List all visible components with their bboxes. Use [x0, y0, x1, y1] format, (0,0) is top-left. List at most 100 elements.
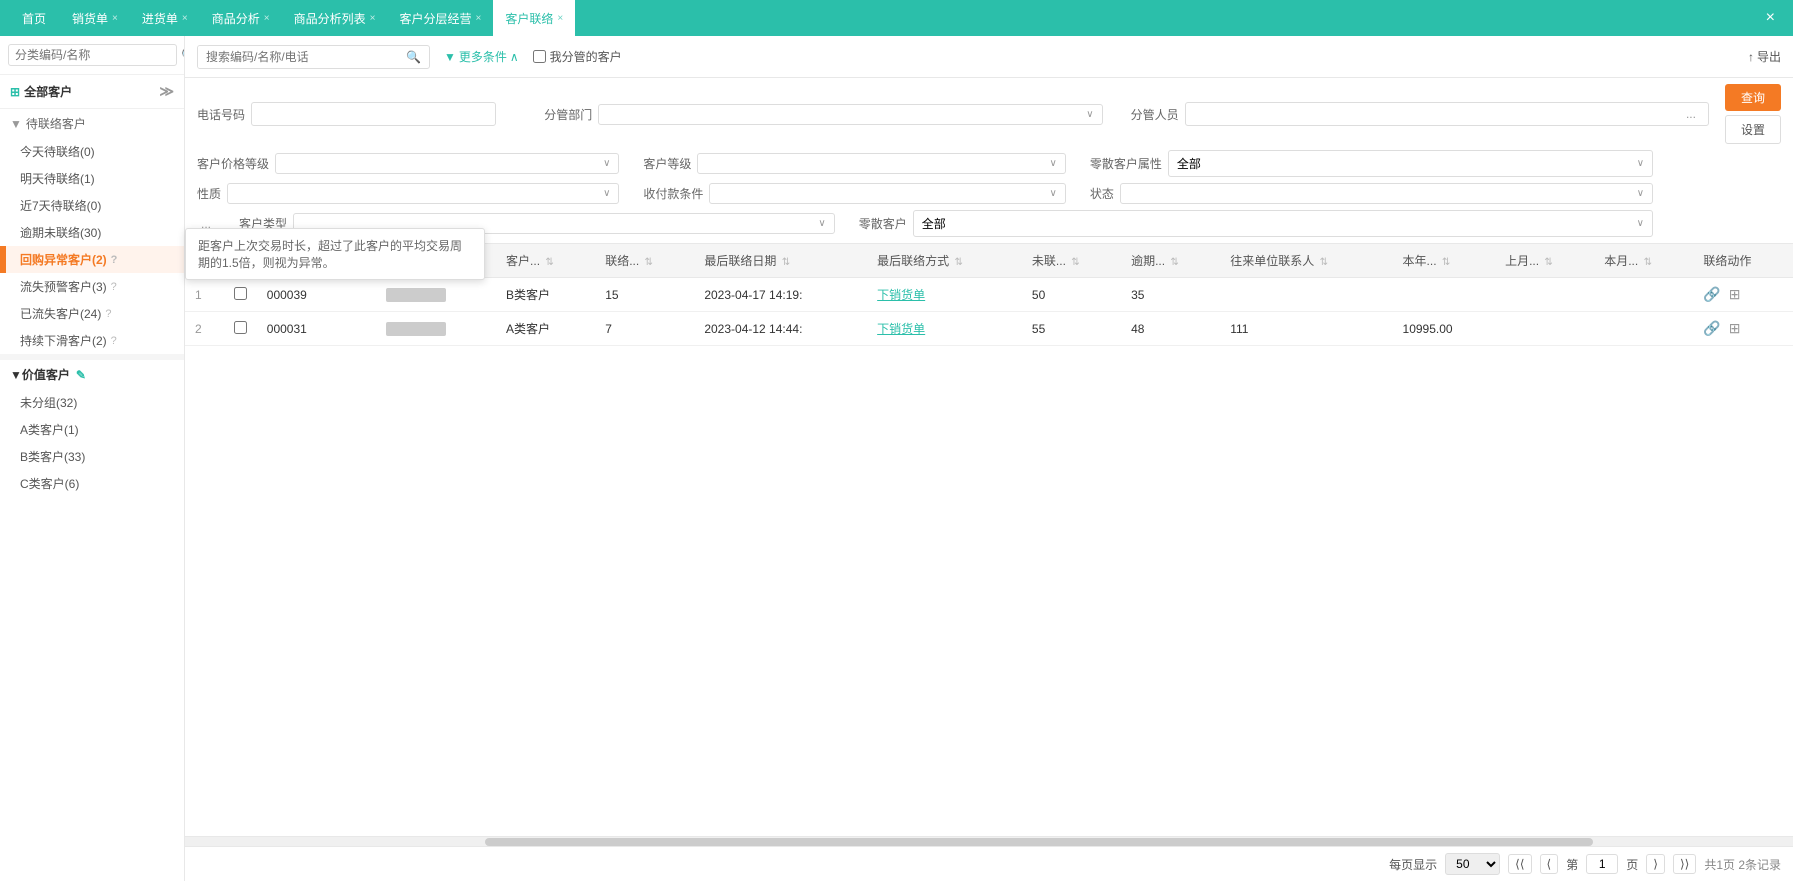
row-last-method[interactable]: 下销货单: [867, 278, 1022, 312]
ellipsis-icon[interactable]: ...: [1682, 107, 1700, 121]
row-contact-person: 111: [1220, 312, 1392, 346]
sort-icon[interactable]: ⇅: [955, 257, 963, 268]
gender-select[interactable]: ∨: [227, 183, 619, 204]
row-code: 000031: [257, 312, 377, 346]
tab-sales-order[interactable]: 销货单 ×: [60, 0, 130, 36]
pending-contact-group-title[interactable]: ▼ 待联络客户: [0, 109, 184, 138]
tab-close-icon[interactable]: ×: [264, 13, 270, 24]
sidebar-item-today-contact[interactable]: 今天待联络(0): [0, 138, 184, 165]
close-all-button[interactable]: ×: [1756, 9, 1785, 27]
tab-home[interactable]: 首页: [8, 0, 60, 36]
sort-icon[interactable]: ⇅: [782, 257, 790, 268]
sidebar-item-overdue-contact[interactable]: 逾期未联络(30): [0, 219, 184, 246]
item-label: 明天待联络(1): [20, 170, 95, 187]
next-page-button[interactable]: ⟩: [1646, 854, 1665, 874]
payment-select[interactable]: ∨: [709, 183, 1065, 204]
sidebar-item-churned[interactable]: 已流失客户(24) ?: [0, 300, 184, 327]
more-action-icon[interactable]: ⊞: [1729, 320, 1741, 337]
row-name: [376, 312, 496, 346]
tab-close-icon[interactable]: ×: [112, 13, 118, 24]
group-title-label: 价值客户: [22, 366, 70, 383]
sort-icon[interactable]: ⇅: [1644, 257, 1652, 268]
tab-close-icon[interactable]: ×: [182, 13, 188, 24]
last-page-button[interactable]: ⟩⟩: [1673, 854, 1696, 874]
tab-purchase-order[interactable]: 进货单 ×: [130, 0, 200, 36]
sort-icon[interactable]: ⇅: [1071, 257, 1079, 268]
search-input[interactable]: [198, 46, 398, 68]
sidebar-item-c-class[interactable]: C类客户(6): [0, 470, 184, 497]
price-level-select[interactable]: ∨: [275, 153, 619, 174]
sort-icon[interactable]: ⇅: [645, 257, 653, 268]
item-label: 今天待联络(0): [20, 143, 95, 160]
retail-customer-select[interactable]: 全部 ∨: [913, 210, 1653, 237]
tab-close-icon[interactable]: ×: [475, 13, 481, 24]
prev-page-button[interactable]: ⟨: [1540, 854, 1559, 874]
sort-icon[interactable]: ⇅: [1442, 257, 1450, 268]
help-icon[interactable]: ?: [111, 281, 117, 293]
first-page-button[interactable]: ⟨⟨: [1508, 854, 1531, 874]
all-customers-section[interactable]: ⊞ 全部客户 ≫: [0, 75, 184, 109]
tab-product-analysis-list[interactable]: 商品分析列表 ×: [282, 0, 388, 36]
horizontal-scrollbar-track[interactable]: [185, 836, 1793, 846]
settings-button[interactable]: 设置: [1725, 115, 1781, 144]
chevron-down-icon: ∨: [1637, 158, 1644, 169]
sidebar-item-ungrouped[interactable]: 未分组(32): [0, 389, 184, 416]
value-customer-group: ▼ 价值客户 ✎ 未分组(32) A类客户(1) B类客户(33) C类客户(6…: [0, 360, 184, 497]
arrow-down-icon: ▼: [10, 368, 22, 382]
sidebar-item-b-class[interactable]: B类客户(33): [0, 443, 184, 470]
per-page-select[interactable]: 10 20 50 100: [1445, 853, 1500, 875]
row-last-method[interactable]: 下销货单: [867, 312, 1022, 346]
horizontal-scrollbar-thumb[interactable]: [485, 838, 1593, 846]
price-level-filter: 客户价格等级 ∨: [197, 153, 619, 174]
my-customer-label: 我分管的客户: [550, 48, 622, 65]
sidebar-item-declining[interactable]: 持续下滑客户(2) ?: [0, 327, 184, 354]
sidebar-item-a-class[interactable]: A类客户(1): [0, 416, 184, 443]
sidebar-item-abnormal-repurchase[interactable]: 回购异常客户(2) ?: [0, 246, 184, 273]
tab-close-icon[interactable]: ×: [370, 13, 376, 24]
page-input[interactable]: [1586, 854, 1618, 874]
value-customer-group-title[interactable]: ▼ 价值客户 ✎: [0, 360, 184, 389]
row-checkbox[interactable]: [234, 287, 247, 300]
my-customer-checkbox[interactable]: [533, 50, 546, 63]
manager-select[interactable]: ...: [1185, 102, 1709, 126]
status-select[interactable]: ∨: [1120, 183, 1653, 204]
tab-customer-contact[interactable]: 客户联络 ×: [493, 0, 575, 36]
row-overdue: 48: [1121, 312, 1220, 346]
phone-input[interactable]: [251, 102, 496, 126]
payment-filter: 收付款条件 ∨: [643, 183, 1065, 204]
export-button[interactable]: ↑ 导出: [1748, 48, 1781, 65]
help-icon[interactable]: ?: [111, 335, 117, 347]
link-icon[interactable]: 🔗: [1703, 320, 1720, 337]
sort-icon[interactable]: ⇅: [1544, 257, 1552, 268]
my-customer-checkbox-area: 我分管的客户: [533, 48, 622, 65]
edit-group-icon[interactable]: ✎: [76, 368, 86, 382]
sort-icon[interactable]: ⇅: [1320, 257, 1328, 268]
customer-level-select[interactable]: ∨: [697, 153, 1065, 174]
item-label: 回购异常客户(2): [20, 251, 107, 268]
tab-close-icon[interactable]: ×: [557, 13, 563, 24]
help-icon[interactable]: ?: [111, 254, 118, 266]
row-checkbox-cell[interactable]: [224, 278, 257, 312]
sidebar-search-input[interactable]: [8, 44, 177, 66]
collapse-icon[interactable]: ≫: [159, 83, 174, 100]
retail-attr-filter: 零散客户属性 全部 ∨: [1090, 150, 1653, 177]
more-action-icon[interactable]: ⊞: [1729, 286, 1741, 303]
retail-attr-select[interactable]: 全部 ∨: [1168, 150, 1653, 177]
dept-select[interactable]: ∨: [598, 104, 1102, 125]
item-label: 已流失客户(24): [20, 305, 101, 322]
tab-customer-layered[interactable]: 客户分层经营 ×: [387, 0, 493, 36]
link-icon[interactable]: 🔗: [1703, 286, 1720, 303]
grid-icon: ⊞: [10, 85, 20, 99]
row-checkbox-cell[interactable]: [224, 312, 257, 346]
help-icon[interactable]: ?: [105, 308, 111, 320]
sidebar-item-churn-warning[interactable]: 流失预警客户(3) ?: [0, 273, 184, 300]
sidebar-item-7day-contact[interactable]: 近7天待联络(0): [0, 192, 184, 219]
tab-product-analysis[interactable]: 商品分析 ×: [200, 0, 282, 36]
sort-icon[interactable]: ⇅: [545, 257, 553, 268]
sidebar-item-tomorrow-contact[interactable]: 明天待联络(1): [0, 165, 184, 192]
row-checkbox[interactable]: [234, 321, 247, 334]
sort-icon[interactable]: ⇅: [1170, 257, 1178, 268]
more-filter-button[interactable]: ▼ 更多条件 ∧: [438, 44, 525, 69]
query-button[interactable]: 查询: [1725, 84, 1781, 111]
search-icon[interactable]: 🔍: [398, 46, 429, 68]
